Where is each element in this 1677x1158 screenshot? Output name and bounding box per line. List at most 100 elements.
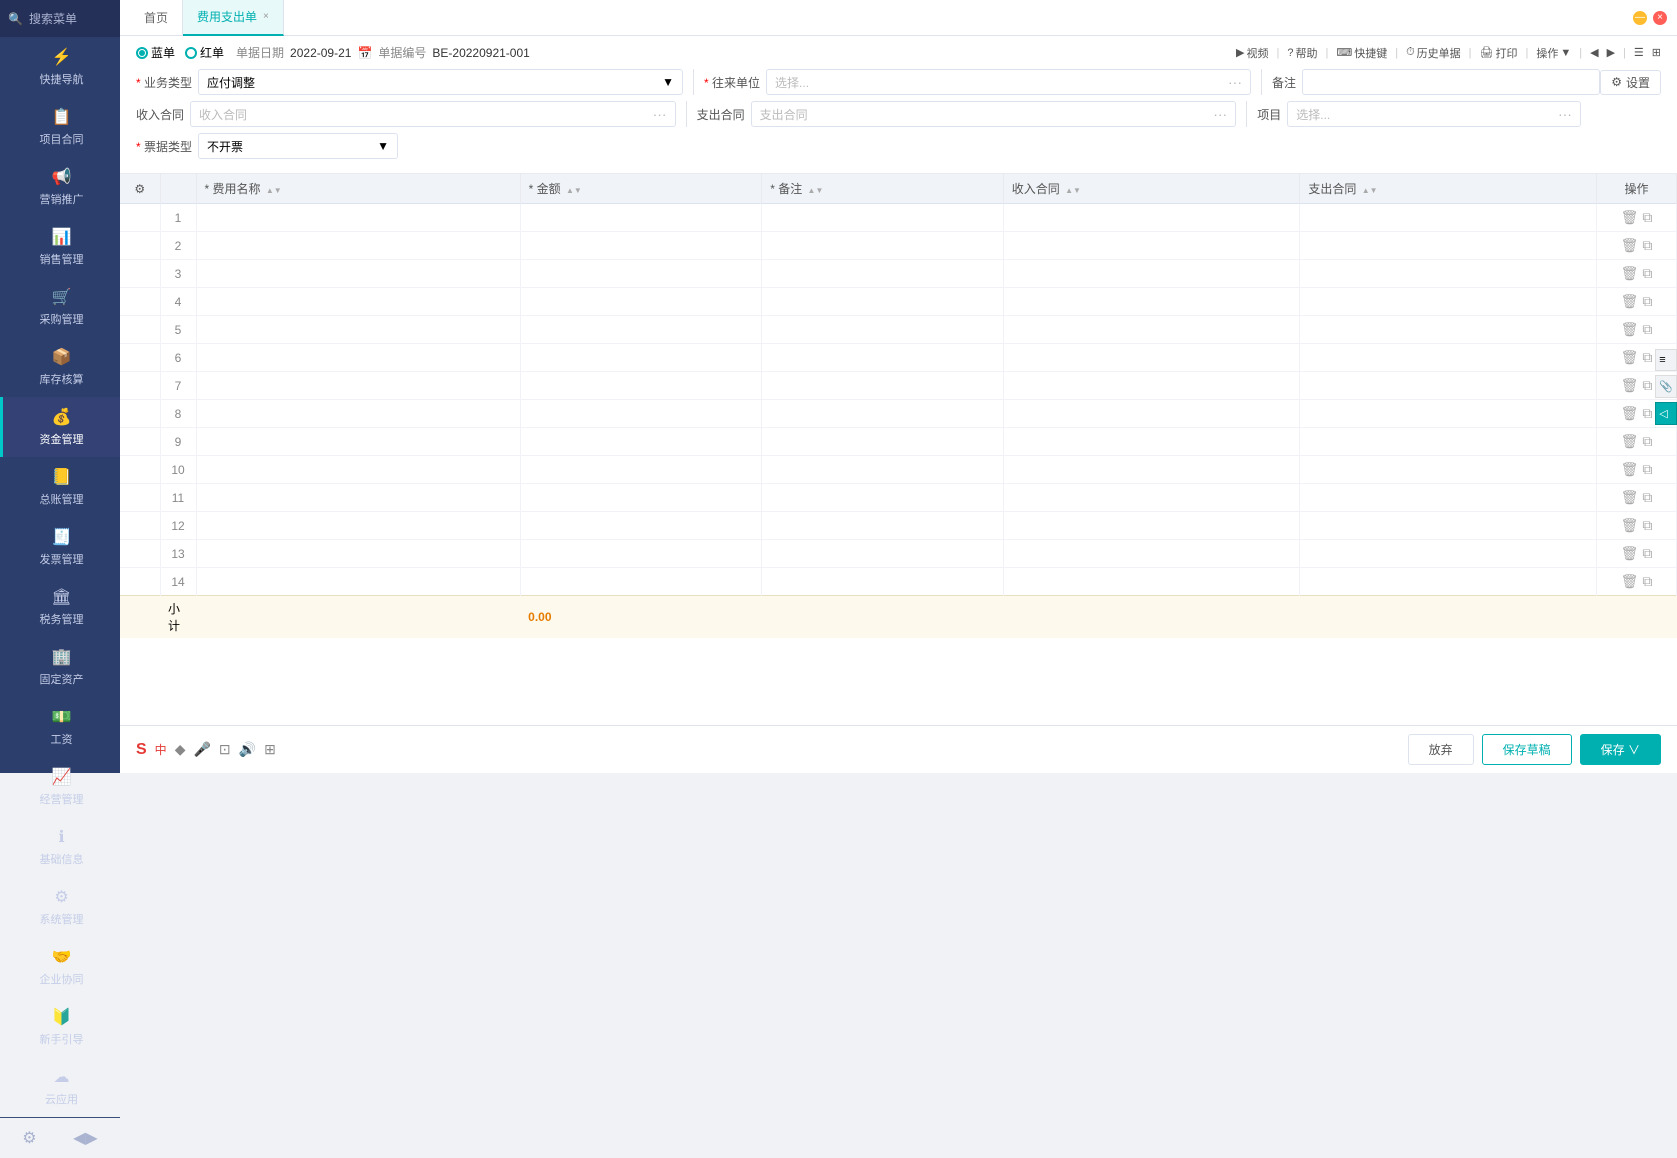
sidebar-item-quick-nav[interactable]: ⚡ 快捷导航: [0, 37, 120, 97]
cell-income-7[interactable]: [1003, 400, 1300, 428]
delete-icon-10[interactable]: 🗑: [1621, 489, 1639, 506]
cell-name-7[interactable]: [196, 400, 520, 428]
right-edge-icon3[interactable]: ◁: [1655, 402, 1677, 425]
cell-name-3[interactable]: [196, 288, 520, 316]
copy-icon-9[interactable]: ⧉: [1642, 461, 1652, 478]
copy-icon-5[interactable]: ⧉: [1642, 349, 1652, 366]
action-btn[interactable]: 操作 ▼: [1536, 45, 1571, 61]
sidebar-item-salary[interactable]: 💵 工资: [0, 697, 120, 757]
cell-remark-3[interactable]: [762, 288, 1004, 316]
project-select[interactable]: 选择... ···: [1287, 101, 1581, 127]
bottom-icon-diamond[interactable]: ◆: [175, 741, 186, 758]
shortcut-btn[interactable]: ⌨ 快捷键: [1336, 45, 1387, 61]
cell-expense-9[interactable]: [1300, 456, 1597, 484]
copy-icon-4[interactable]: ⧉: [1642, 321, 1652, 338]
delete-icon-4[interactable]: 🗑: [1621, 321, 1639, 338]
partner-dots[interactable]: ···: [1228, 74, 1242, 90]
cell-expense-0[interactable]: [1300, 204, 1597, 232]
delete-icon-0[interactable]: 🗑: [1621, 209, 1639, 226]
copy-icon-2[interactable]: ⧉: [1642, 265, 1652, 282]
tab-expense[interactable]: 费用支出单×: [183, 0, 284, 36]
cell-income-12[interactable]: [1003, 540, 1300, 568]
cell-name-12[interactable]: [196, 540, 520, 568]
cell-amount-1[interactable]: [520, 232, 762, 260]
sidebar-item-cloud[interactable]: ☁ 云应用: [0, 1057, 120, 1117]
cell-name-5[interactable]: [196, 344, 520, 372]
sidebar-item-enterprise[interactable]: 🤝 企业协同: [0, 937, 120, 997]
delete-icon-7[interactable]: 🗑: [1621, 405, 1639, 422]
blue-radio[interactable]: 蓝单: [136, 44, 175, 61]
save-draft-button[interactable]: 保存草稿: [1482, 734, 1572, 765]
sidebar-item-tax[interactable]: 🏛 税务管理: [0, 577, 120, 637]
delete-icon-13[interactable]: 🗑: [1621, 573, 1639, 590]
cell-remark-10[interactable]: [762, 484, 1004, 512]
cell-expense-4[interactable]: [1300, 316, 1597, 344]
income-dots[interactable]: ···: [653, 106, 667, 122]
cell-expense-2[interactable]: [1300, 260, 1597, 288]
cell-remark-7[interactable]: [762, 400, 1004, 428]
cell-amount-7[interactable]: [520, 400, 762, 428]
copy-icon-1[interactable]: ⧉: [1642, 237, 1652, 254]
copy-icon-12[interactable]: ⧉: [1642, 545, 1652, 562]
cell-income-6[interactable]: [1003, 372, 1300, 400]
cell-remark-5[interactable]: [762, 344, 1004, 372]
cell-amount-3[interactable]: [520, 288, 762, 316]
cell-name-2[interactable]: [196, 260, 520, 288]
cell-name-8[interactable]: [196, 428, 520, 456]
cell-income-11[interactable]: [1003, 512, 1300, 540]
settings-button[interactable]: ⚙ 设置: [1600, 70, 1661, 95]
cell-amount-6[interactable]: [520, 372, 762, 400]
view-mode-list[interactable]: ☰: [1634, 46, 1644, 59]
delete-icon-3[interactable]: 🗑: [1621, 293, 1639, 310]
cell-expense-3[interactable]: [1300, 288, 1597, 316]
cell-expense-11[interactable]: [1300, 512, 1597, 540]
cell-amount-11[interactable]: [520, 512, 762, 540]
cell-remark-1[interactable]: [762, 232, 1004, 260]
cell-amount-10[interactable]: [520, 484, 762, 512]
sidebar-item-inventory[interactable]: 📦 库存核算: [0, 337, 120, 397]
close-window-button[interactable]: ×: [1653, 11, 1667, 25]
copy-icon-3[interactable]: ⧉: [1642, 293, 1652, 310]
cell-remark-13[interactable]: [762, 568, 1004, 596]
nav-prev-btn[interactable]: ◀: [1590, 46, 1598, 59]
th-amount[interactable]: * 金额 ▲▼: [520, 174, 762, 204]
copy-icon-8[interactable]: ⧉: [1642, 433, 1652, 450]
expense-dots[interactable]: ···: [1213, 106, 1227, 122]
cell-amount-8[interactable]: [520, 428, 762, 456]
cell-expense-6[interactable]: [1300, 372, 1597, 400]
sidebar-item-sales[interactable]: 📊 销售管理: [0, 217, 120, 277]
copy-icon-6[interactable]: ⧉: [1642, 377, 1652, 394]
cell-remark-6[interactable]: [762, 372, 1004, 400]
copy-icon-7[interactable]: ⧉: [1642, 405, 1652, 422]
cell-income-13[interactable]: [1003, 568, 1300, 596]
cell-remark-8[interactable]: [762, 428, 1004, 456]
cell-name-1[interactable]: [196, 232, 520, 260]
cell-income-0[interactable]: [1003, 204, 1300, 232]
copy-icon-11[interactable]: ⧉: [1642, 517, 1652, 534]
sidebar-item-ledger[interactable]: 📒 总账管理: [0, 457, 120, 517]
sidebar-item-newcomer[interactable]: 🔰 新手引导: [0, 997, 120, 1057]
cell-remark-11[interactable]: [762, 512, 1004, 540]
calendar-icon[interactable]: 📅: [357, 46, 372, 60]
th-expense-contract[interactable]: 支出合同 ▲▼: [1300, 174, 1597, 204]
th-name[interactable]: * 费用名称 ▲▼: [196, 174, 520, 204]
cell-name-10[interactable]: [196, 484, 520, 512]
sidebar-item-purchase[interactable]: 🛒 采购管理: [0, 277, 120, 337]
invoice-type-select[interactable]: 不开票 ▼: [198, 133, 398, 159]
cell-name-13[interactable]: [196, 568, 520, 596]
project-dots[interactable]: ···: [1558, 106, 1572, 122]
cell-amount-9[interactable]: [520, 456, 762, 484]
bottom-icon-mic[interactable]: 🎤: [193, 741, 210, 758]
cell-income-3[interactable]: [1003, 288, 1300, 316]
cell-expense-13[interactable]: [1300, 568, 1597, 596]
cell-expense-1[interactable]: [1300, 232, 1597, 260]
sidebar-item-project-contract[interactable]: 📋 项目合同: [0, 97, 120, 157]
cell-income-9[interactable]: [1003, 456, 1300, 484]
cell-income-2[interactable]: [1003, 260, 1300, 288]
cell-name-9[interactable]: [196, 456, 520, 484]
sidebar-item-operations[interactable]: 📈 经营管理: [0, 757, 120, 817]
cell-income-1[interactable]: [1003, 232, 1300, 260]
delete-icon-9[interactable]: 🗑: [1621, 461, 1639, 478]
cell-expense-8[interactable]: [1300, 428, 1597, 456]
th-remark[interactable]: * 备注 ▲▼: [762, 174, 1004, 204]
